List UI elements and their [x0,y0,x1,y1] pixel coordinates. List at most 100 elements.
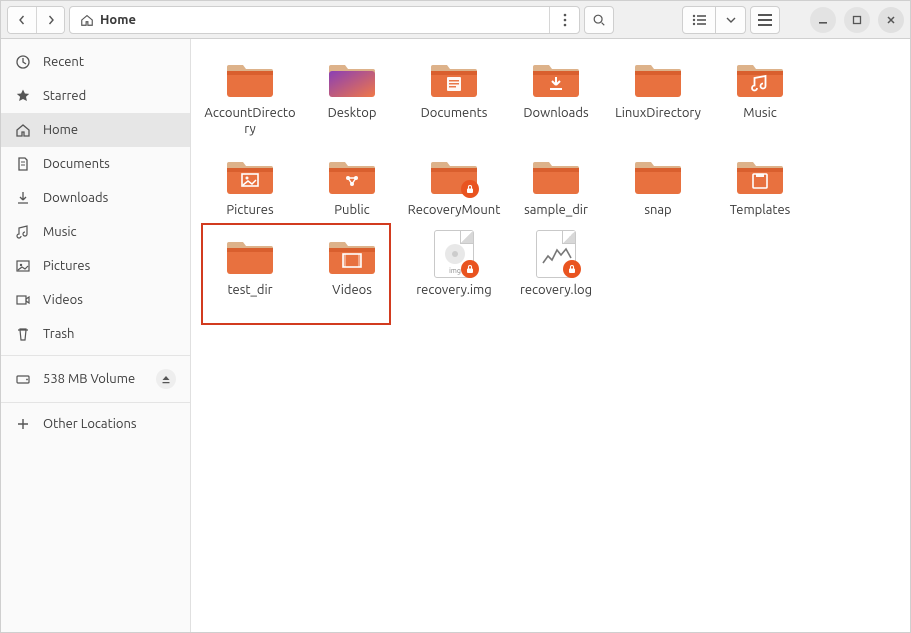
grid-item[interactable]: snap [607,150,709,218]
grid-item[interactable]: Templates [709,150,811,218]
sidebar-item-label: Starred [43,89,86,103]
sidebar-item-downloads[interactable]: Downloads [1,181,190,215]
header-bar: Home [1,1,910,39]
plus-icon [15,416,31,432]
search-button[interactable] [584,6,614,34]
window-body: Recent Starred Home Documents Downloads … [1,39,910,632]
grid-item[interactable]: Pictures [199,150,301,218]
grid-item[interactable]: Music [709,53,811,138]
item-label: Videos [332,282,372,298]
sidebar-item-pictures[interactable]: Pictures [1,249,190,283]
grid-item[interactable]: LinuxDirectory [607,53,709,138]
sidebar-item-starred[interactable]: Starred [1,79,190,113]
item-icon [223,53,277,101]
home-icon [80,13,94,27]
path-menu-button[interactable] [549,7,579,33]
grid-item[interactable]: Videos [301,230,403,298]
maximize-button[interactable] [844,7,870,33]
back-button[interactable] [8,7,36,33]
path-bar[interactable]: Home [69,6,580,34]
sidebar-item-label: Home [43,123,78,137]
kebab-icon [563,13,567,27]
lock-badge-icon [563,260,581,278]
list-icon [692,14,706,26]
item-icon [733,150,787,198]
item-label: AccountDirectory [202,105,298,138]
item-label: Music [743,105,777,121]
search-icon [592,13,606,27]
svg-text:img: img [449,267,461,275]
trash-icon [15,326,31,342]
minimize-button[interactable] [810,7,836,33]
item-label: test_dir [227,282,272,298]
sidebar-item-label: Trash [43,327,74,341]
item-label: Public [334,202,369,218]
sidebar: Recent Starred Home Documents Downloads … [1,39,191,632]
item-label: recovery.log [520,282,592,298]
lock-badge-icon [461,260,479,278]
sidebar-item-label: Pictures [43,259,90,273]
chevron-left-icon [17,15,27,25]
close-button[interactable] [878,7,904,33]
view-switcher [682,6,746,34]
content-area[interactable]: AccountDirectory Desktop Documents Downl… [191,39,910,632]
grid-item[interactable]: Public [301,150,403,218]
sidebar-item-music[interactable]: Music [1,215,190,249]
eject-button[interactable] [156,369,176,389]
sidebar-item-home[interactable]: Home [1,113,190,147]
grid-item[interactable]: test_dir [199,230,301,298]
music-icon [15,224,31,240]
picture-icon [15,258,31,274]
item-icon [427,53,481,101]
item-label: Desktop [328,105,377,121]
hamburger-icon [758,14,772,26]
path-segment-home[interactable]: Home [70,7,146,33]
close-icon [886,15,896,25]
sidebar-item-other-locations[interactable]: Other Locations [1,407,190,441]
item-icon [325,53,379,101]
minimize-icon [818,15,828,25]
sidebar-item-trash[interactable]: Trash [1,317,190,351]
icon-view-button[interactable] [682,6,716,34]
drive-icon [15,371,31,387]
item-label: Documents [421,105,488,121]
item-label: RecoveryMount [408,202,501,218]
grid-item[interactable]: img recovery.img [403,230,505,298]
grid-item[interactable]: AccountDirectory [199,53,301,138]
star-icon [15,88,31,104]
document-icon [15,156,31,172]
maximize-icon [852,15,862,25]
home-icon [15,122,31,138]
item-label: Downloads [523,105,588,121]
item-label: Templates [730,202,791,218]
view-dropdown-button[interactable] [716,6,746,34]
sidebar-item-documents[interactable]: Documents [1,147,190,181]
clock-icon [15,54,31,70]
sidebar-item-label: Recent [43,55,84,69]
hamburger-menu-button[interactable] [750,6,780,34]
download-icon [15,190,31,206]
item-icon [529,230,583,278]
sidebar-item-label: Downloads [43,191,108,205]
grid-item[interactable]: Downloads [505,53,607,138]
item-label: LinuxDirectory [615,105,701,121]
grid-item[interactable]: Documents [403,53,505,138]
sidebar-item-volume[interactable]: 538 MB Volume [1,360,190,398]
grid-item[interactable]: RecoveryMount [403,150,505,218]
item-icon: img [427,230,481,278]
grid-item[interactable]: recovery.log [505,230,607,298]
sidebar-item-label: Music [43,225,77,239]
sidebar-item-videos[interactable]: Videos [1,283,190,317]
chevron-down-icon [726,16,736,24]
path-label: Home [100,13,136,27]
item-label: sample_dir [524,202,588,218]
item-icon [733,53,787,101]
forward-button[interactable] [36,7,64,33]
sidebar-item-recent[interactable]: Recent [1,45,190,79]
file-manager-window: Home [0,0,911,633]
item-icon [427,150,481,198]
item-icon [631,53,685,101]
grid-item[interactable]: sample_dir [505,150,607,218]
grid-item[interactable]: Desktop [301,53,403,138]
sidebar-item-label: Other Locations [43,417,137,431]
